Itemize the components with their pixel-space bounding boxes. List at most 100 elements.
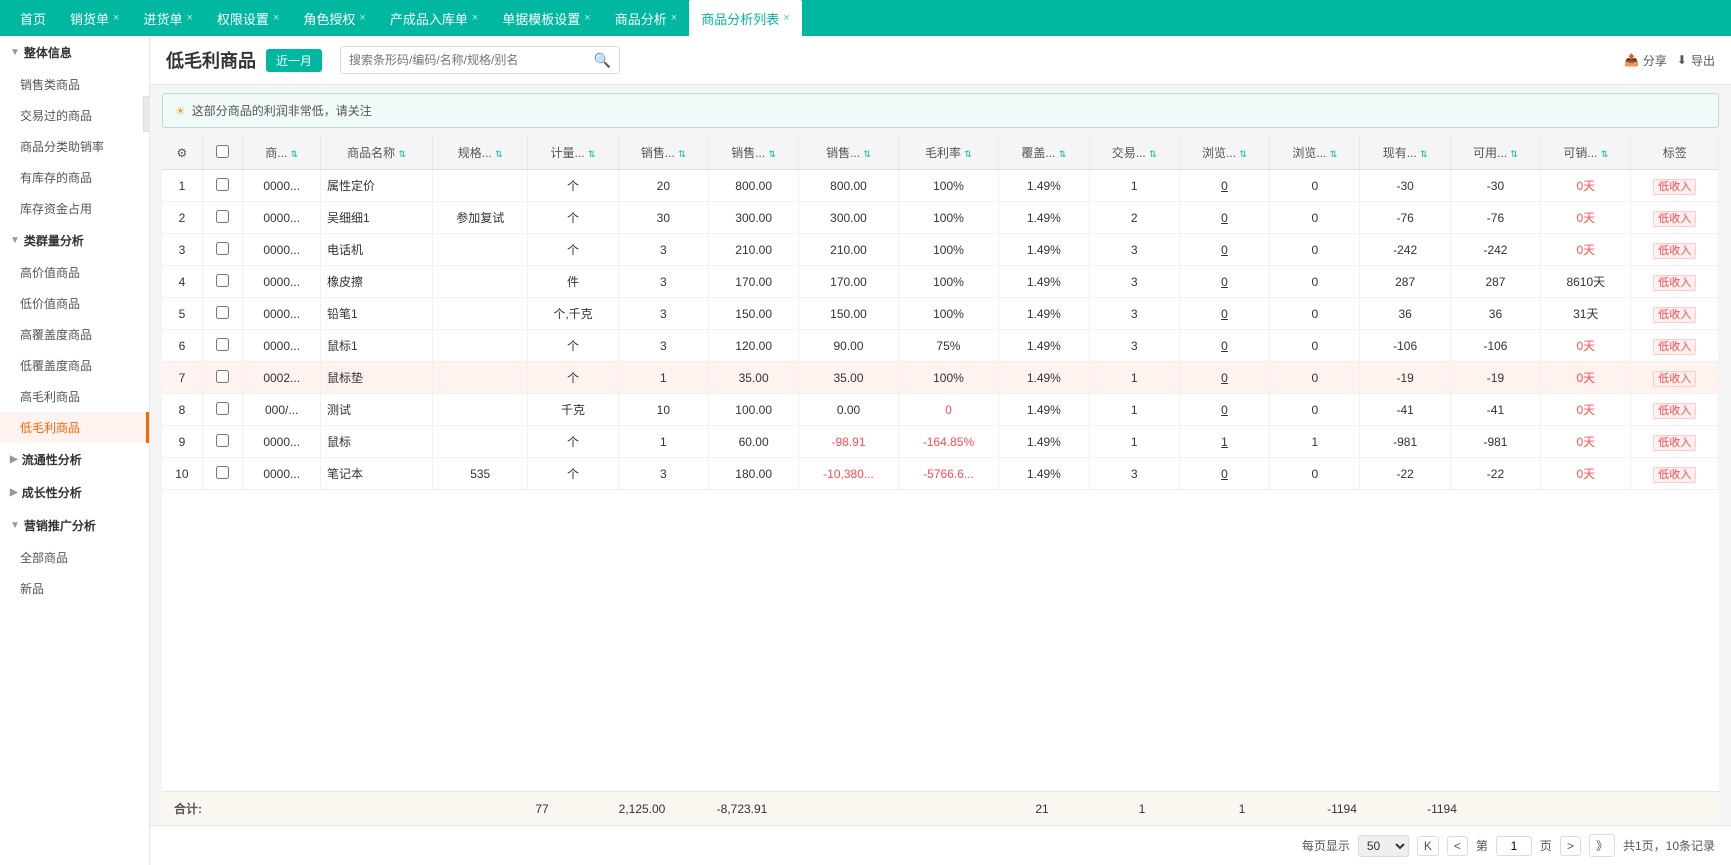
- cell-checkbox[interactable]: [202, 330, 243, 362]
- page-number-input[interactable]: [1496, 836, 1532, 856]
- nav-product-warehousing[interactable]: 产成品入库单 ×: [378, 0, 490, 36]
- cell-checkbox[interactable]: [202, 202, 243, 234]
- col-available[interactable]: 可用... ⇅: [1450, 136, 1540, 170]
- cell-checkbox[interactable]: [202, 266, 243, 298]
- sidebar-item-category-sales-rate[interactable]: 商品分类助销率: [0, 131, 149, 162]
- col-gross-margin[interactable]: 毛利率 ⇅: [898, 136, 998, 170]
- col-sales-qty[interactable]: 销售... ⇅: [618, 136, 708, 170]
- cell-view1[interactable]: 0: [1179, 170, 1269, 202]
- col-code[interactable]: 商... ⇅: [243, 136, 321, 170]
- cell-view1[interactable]: 0: [1179, 330, 1269, 362]
- cell-transaction: 3: [1089, 298, 1179, 330]
- col-spec[interactable]: 规格... ⇅: [433, 136, 528, 170]
- row-checkbox-5[interactable]: [216, 338, 229, 351]
- col-transaction[interactable]: 交易... ⇅: [1089, 136, 1179, 170]
- export-button[interactable]: ⬇ 导出: [1677, 52, 1715, 69]
- col-name[interactable]: 商品名称 ⇅: [320, 136, 432, 170]
- col-current-stock[interactable]: 现有... ⇅: [1360, 136, 1450, 170]
- main-content: 低毛利商品 近一月 🔍 📤 分享 ⬇ 导出 ☀ 这部分商品的利润非常低，请关注: [150, 36, 1731, 865]
- sidebar-item-new-products[interactable]: 新品: [0, 573, 149, 604]
- sidebar-item-inventory-capital[interactable]: 库存资金占用: [0, 193, 149, 224]
- time-filter-button[interactable]: 近一月: [266, 49, 322, 72]
- col-coverage[interactable]: 覆盖... ⇅: [999, 136, 1089, 170]
- col-view1[interactable]: 浏览... ⇅: [1179, 136, 1269, 170]
- cell-checkbox[interactable]: [202, 234, 243, 266]
- nav-close-permission[interactable]: ×: [273, 12, 279, 24]
- nav-product-analysis[interactable]: 商品分析 ×: [603, 0, 689, 36]
- share-button[interactable]: 📤 分享: [1624, 52, 1667, 69]
- nav-sales-order[interactable]: 销货单 ×: [58, 0, 131, 36]
- cell-view1[interactable]: 0: [1179, 266, 1269, 298]
- cell-view1[interactable]: 0: [1179, 458, 1269, 490]
- cell-view1[interactable]: 0: [1179, 234, 1269, 266]
- cell-checkbox[interactable]: [202, 426, 243, 458]
- sidebar-section-marketing[interactable]: ▼ 营销推广分析: [0, 509, 149, 542]
- nav-template-settings[interactable]: 单据模板设置 ×: [490, 0, 602, 36]
- cell-view1[interactable]: 0: [1179, 298, 1269, 330]
- first-page-button[interactable]: K: [1417, 836, 1439, 856]
- nav-close-role-auth[interactable]: ×: [359, 12, 365, 24]
- sidebar-section-growth[interactable]: ▶ 成长性分析: [0, 476, 149, 509]
- row-checkbox-2[interactable]: [216, 242, 229, 255]
- sidebar-section-overall-info[interactable]: ▼ 整体信息: [0, 36, 149, 69]
- row-checkbox-9[interactable]: [216, 466, 229, 479]
- nav-close-product-warehousing[interactable]: ×: [472, 12, 478, 24]
- search-input[interactable]: [341, 53, 586, 67]
- nav-close-purchase-order[interactable]: ×: [186, 12, 192, 24]
- row-checkbox-0[interactable]: [216, 178, 229, 191]
- search-icon[interactable]: 🔍: [586, 52, 619, 69]
- prev-page-button[interactable]: <: [1447, 836, 1468, 856]
- row-checkbox-6[interactable]: [216, 370, 229, 383]
- sidebar-item-low-coverage[interactable]: 低覆盖度商品: [0, 350, 149, 381]
- nav-role-auth[interactable]: 角色授权 ×: [291, 0, 377, 36]
- nav-product-analysis-list[interactable]: 商品分析列表 ×: [689, 0, 801, 36]
- nav-purchase-order[interactable]: 进货单 ×: [131, 0, 204, 36]
- cell-checkbox[interactable]: [202, 170, 243, 202]
- nav-close-product-analysis-list[interactable]: ×: [783, 12, 789, 24]
- col-settings[interactable]: ⚙: [162, 136, 202, 170]
- col-sellable[interactable]: 可销... ⇅: [1541, 136, 1631, 170]
- col-sales-profit[interactable]: 销售... ⇅: [799, 136, 898, 170]
- cell-checkbox[interactable]: [202, 394, 243, 426]
- col-unit[interactable]: 计量... ⇅: [528, 136, 618, 170]
- nav-home[interactable]: 首页: [8, 0, 58, 36]
- col-checkbox[interactable]: [202, 136, 243, 170]
- nav-close-template[interactable]: ×: [584, 12, 590, 24]
- row-checkbox-8[interactable]: [216, 434, 229, 447]
- sidebar-item-high-value[interactable]: 高价值商品: [0, 257, 149, 288]
- nav-close-product-analysis[interactable]: ×: [671, 12, 677, 24]
- sidebar-collapse-button[interactable]: 《: [143, 96, 150, 132]
- sidebar-item-traded-products[interactable]: 交易过的商品: [0, 100, 149, 131]
- sidebar-section-cluster-analysis[interactable]: ▼ 类群量分析: [0, 224, 149, 257]
- cell-checkbox[interactable]: [202, 298, 243, 330]
- cell-view1[interactable]: 0: [1179, 394, 1269, 426]
- cell-checkbox[interactable]: [202, 458, 243, 490]
- page-size-select[interactable]: 50 100 200: [1358, 835, 1409, 857]
- row-checkbox-1[interactable]: [216, 210, 229, 223]
- cell-view1[interactable]: 0: [1179, 202, 1269, 234]
- col-sales-amount[interactable]: 销售... ⇅: [708, 136, 798, 170]
- col-view2[interactable]: 浏览... ⇅: [1270, 136, 1360, 170]
- cell-view1[interactable]: 0: [1179, 362, 1269, 394]
- cell-view1[interactable]: 1: [1179, 426, 1269, 458]
- page-of-word: 页: [1540, 837, 1552, 854]
- nav-permission-settings[interactable]: 权限设置 ×: [205, 0, 291, 36]
- sidebar-item-low-margin[interactable]: 低毛利商品: [0, 412, 149, 443]
- cell-checkbox[interactable]: [202, 362, 243, 394]
- sidebar-item-in-stock-products[interactable]: 有库存的商品: [0, 162, 149, 193]
- sidebar-section-circulation[interactable]: ▶ 流通性分析: [0, 443, 149, 476]
- sidebar-item-all-products[interactable]: 全部商品: [0, 542, 149, 573]
- row-checkbox-7[interactable]: [216, 402, 229, 415]
- data-table-container[interactable]: ⚙ 商... ⇅ 商品名称 ⇅ 规格... ⇅ 计量... ⇅ 销售... ⇅ …: [162, 136, 1719, 791]
- sidebar-item-sales-products[interactable]: 销售类商品: [0, 69, 149, 100]
- sidebar-item-high-margin[interactable]: 高毛利商品: [0, 381, 149, 412]
- row-checkbox-4[interactable]: [216, 306, 229, 319]
- next-page-button[interactable]: >: [1560, 836, 1581, 856]
- sidebar-item-high-coverage[interactable]: 高覆盖度商品: [0, 319, 149, 350]
- row-checkbox-3[interactable]: [216, 274, 229, 287]
- cell-available: -30: [1450, 170, 1540, 202]
- sidebar-item-low-value[interactable]: 低价值商品: [0, 288, 149, 319]
- select-all-checkbox[interactable]: [216, 145, 229, 158]
- nav-close-sales-order[interactable]: ×: [113, 12, 119, 24]
- last-page-button[interactable]: 》: [1589, 834, 1615, 857]
